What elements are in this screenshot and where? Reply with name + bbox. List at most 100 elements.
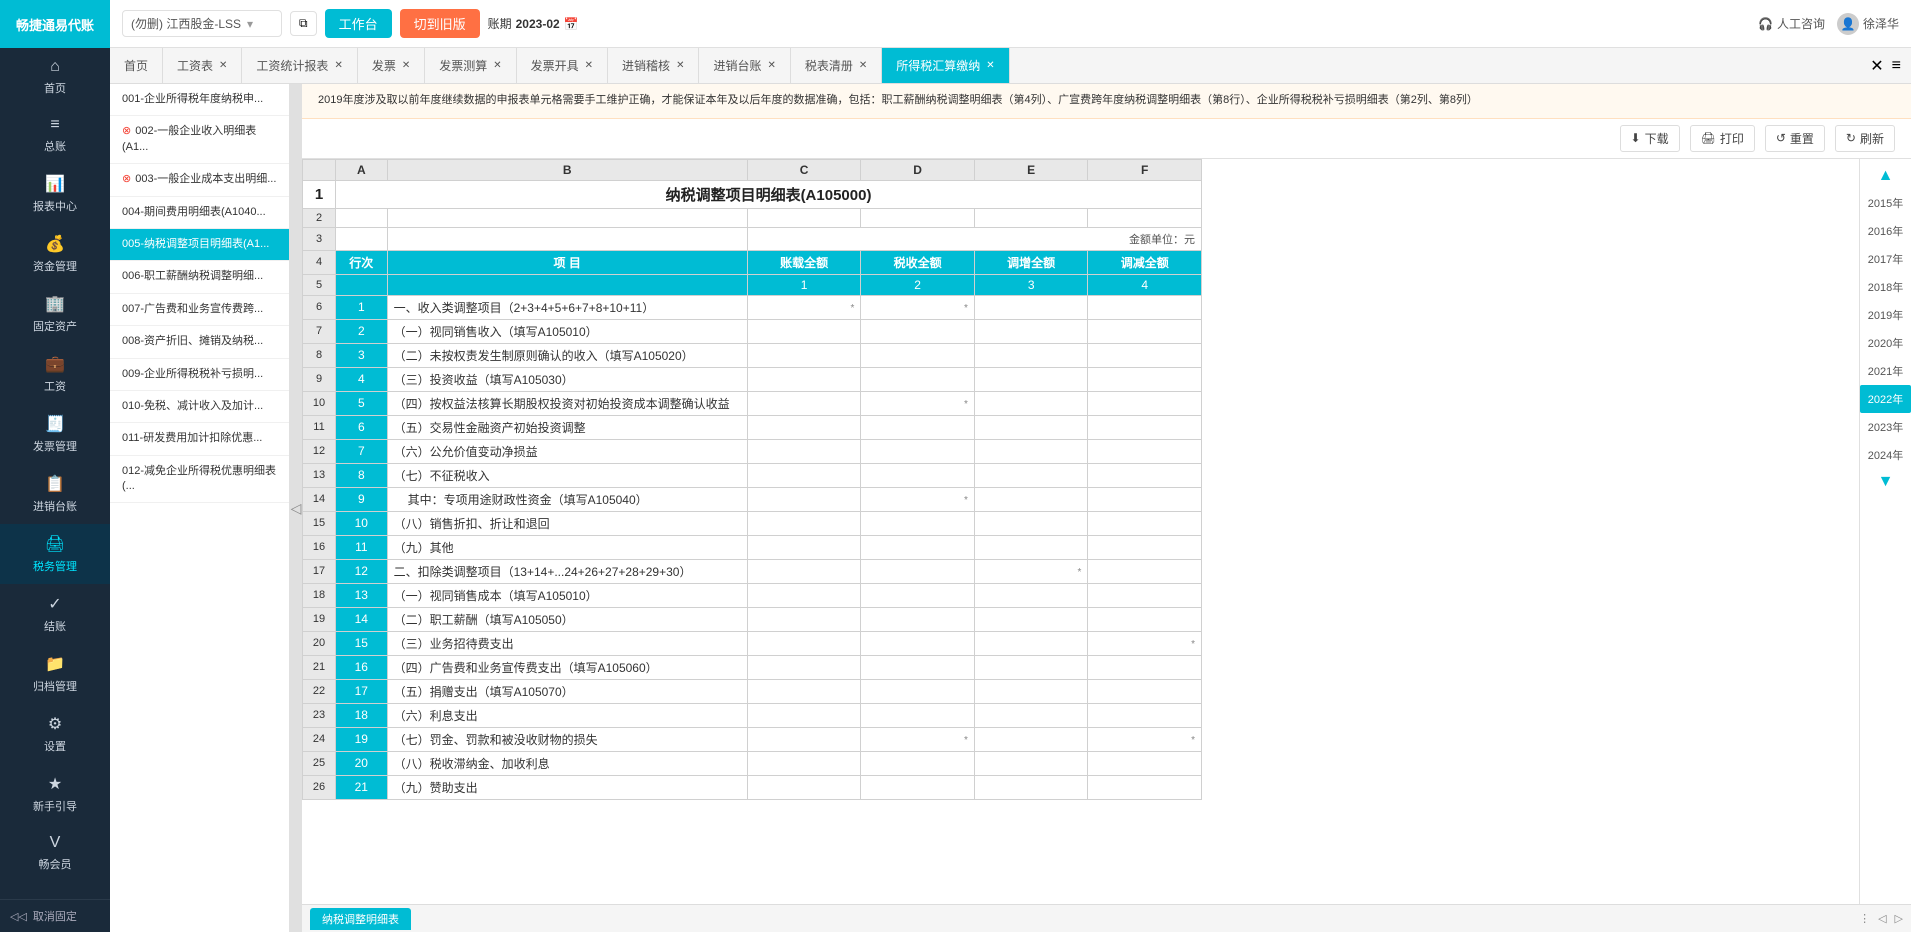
- sidebar-item-invoice[interactable]: 🧾 发票管理: [0, 404, 110, 464]
- table-title: 纳税调整项目明细表(A105000): [336, 180, 1202, 208]
- sidebar-label-home: 首页: [44, 80, 66, 96]
- col-C: C: [747, 159, 861, 180]
- unpin-button[interactable]: ◁◁ 取消固定: [0, 900, 110, 932]
- left-item-003[interactable]: ⊗003-一般企业成本支出明细...: [110, 164, 289, 196]
- year-down-button[interactable]: ▼: [1874, 469, 1898, 495]
- tab-payroll-stat-close[interactable]: ✕: [334, 60, 342, 71]
- tab-tax-clearance-close[interactable]: ✕: [859, 60, 867, 71]
- scroll-info: ⋮: [1859, 912, 1870, 925]
- collapse-handle[interactable]: ◁: [290, 84, 302, 932]
- year-2023[interactable]: 2023年: [1860, 413, 1911, 441]
- year-2021[interactable]: 2021年: [1860, 357, 1911, 385]
- sidebar-item-member[interactable]: V 畅会员: [0, 824, 110, 882]
- year-2020[interactable]: 2020年: [1860, 329, 1911, 357]
- tab-payroll[interactable]: 工资表 ✕: [163, 48, 242, 84]
- header-c3-top: 调增全额: [974, 250, 1088, 274]
- year-2017[interactable]: 2017年: [1860, 245, 1911, 273]
- tab-import-check[interactable]: 进销稽核 ✕: [608, 48, 699, 84]
- year-2019[interactable]: 2019年: [1860, 301, 1911, 329]
- recalc-button[interactable]: ↺ 重置: [1765, 125, 1825, 152]
- sheet-tab-naishui[interactable]: 纳税调整明细表: [310, 908, 411, 930]
- refresh-button[interactable]: ↻ 刷新: [1835, 125, 1895, 152]
- year-up-button[interactable]: ▲: [1874, 163, 1898, 189]
- bottom-bar-right: ⋮ ◁ ▷: [1859, 912, 1903, 925]
- left-item-007[interactable]: 007-广告费和业务宣传费跨...: [110, 294, 289, 326]
- tab-payroll-close[interactable]: ✕: [219, 60, 227, 71]
- header-row-4: 4 行次 项 目 账载全额 税收全额 调增全额 调减全额: [303, 250, 1202, 274]
- table-row: 10 5 （四）按权益法核算长期股权投资对初始投资成本调整确认收益 *: [303, 391, 1202, 415]
- tab-import-check-close[interactable]: ✕: [676, 60, 684, 71]
- tab-tax-clearance[interactable]: 税表清册 ✕: [791, 48, 882, 84]
- left-item-009[interactable]: 009-企业所得税税补亏损明...: [110, 359, 289, 391]
- left-item-005[interactable]: 005-纳税调整项目明细表(A1...: [110, 229, 289, 261]
- sidebar-item-tax[interactable]: 🖨 税务管理: [0, 524, 110, 584]
- workbench-button[interactable]: 工作台: [325, 9, 392, 38]
- sidebar-item-fixed-asset[interactable]: 🏢 固定资产: [0, 284, 110, 344]
- year-2015[interactable]: 2015年: [1860, 189, 1911, 217]
- switch-old-button[interactable]: 切到旧版: [400, 9, 480, 38]
- sidebar-item-settle[interactable]: ✓ 结账: [0, 584, 110, 644]
- tab-import-ledger-close[interactable]: ✕: [767, 60, 775, 71]
- sidebar-bottom: ◁◁ 取消固定: [0, 899, 110, 932]
- spreadsheet-scroll[interactable]: A B C D E F 1 纳税调: [302, 159, 1859, 904]
- left-item-001[interactable]: 001-企业所得税年度纳税申...: [110, 84, 289, 116]
- user-menu[interactable]: 👤 徐泽华: [1837, 13, 1899, 35]
- sidebar-item-guide[interactable]: ★ 新手引导: [0, 764, 110, 824]
- tab-invoice-calc[interactable]: 发票测算 ✕: [425, 48, 516, 84]
- left-item-004-label: 004-期间费用明细表(A1040...: [122, 206, 266, 218]
- copy-button[interactable]: ⧉: [290, 11, 317, 36]
- sidebar-item-home[interactable]: ⌂ 首页: [0, 48, 110, 106]
- table-row: 24 19 （七）罚金、罚款和被没收财物的损失 * *: [303, 727, 1202, 751]
- tab-invoice-open-close[interactable]: ✕: [585, 60, 593, 71]
- company-selector[interactable]: (勿删) 江西股金-LSS ▾: [122, 10, 282, 37]
- calendar-icon[interactable]: 📅: [564, 17, 579, 31]
- print-button[interactable]: 🖨 打印: [1690, 125, 1755, 152]
- table-row: 13 8 （七）不征税收入: [303, 463, 1202, 487]
- tab-import-ledger[interactable]: 进销台账 ✕: [699, 48, 790, 84]
- company-text: (勿删) 江西股金-LSS: [131, 15, 241, 32]
- download-button[interactable]: ⬇ 下载: [1620, 125, 1680, 152]
- left-item-011[interactable]: 011-研发费用加计扣除优惠...: [110, 423, 289, 455]
- scroll-right[interactable]: ▷: [1895, 912, 1903, 925]
- header-c2-top: 税收全额: [861, 250, 975, 274]
- tab-payroll-stat[interactable]: 工资统计报表 ✕: [242, 48, 357, 84]
- year-2024[interactable]: 2024年: [1860, 441, 1911, 469]
- menu-icon[interactable]: ≡: [1892, 57, 1901, 75]
- left-item-002[interactable]: ⊗002-一般企业收入明细表(A1...: [110, 116, 289, 164]
- sidebar-item-archive[interactable]: 📁 归档管理: [0, 644, 110, 704]
- col-D: D: [861, 159, 975, 180]
- row-5-num: 5: [303, 274, 336, 295]
- scroll-left[interactable]: ◁: [1878, 912, 1886, 925]
- left-item-008[interactable]: 008-资产折旧、摊销及纳税...: [110, 326, 289, 358]
- close-all-icon[interactable]: ✕: [1870, 56, 1883, 76]
- sidebar-item-payroll[interactable]: 💼 工资: [0, 344, 110, 404]
- tab-invoice-open[interactable]: 发票开具 ✕: [517, 48, 608, 84]
- left-item-004[interactable]: 004-期间费用明细表(A1040...: [110, 197, 289, 229]
- left-item-012[interactable]: 012-减免企业所得税优惠明细表(...: [110, 456, 289, 504]
- sidebar-item-settings[interactable]: ⚙ 设置: [0, 704, 110, 764]
- spreadsheet-area: A B C D E F 1 纳税调: [302, 159, 1911, 904]
- tab-income-tax[interactable]: 所得税汇算缴纳 ✕: [882, 48, 1009, 84]
- support-button[interactable]: 🎧 人工咨询: [1758, 15, 1825, 32]
- left-item-012-label: 012-减免企业所得税优惠明细表(...: [122, 465, 276, 492]
- left-item-006[interactable]: 006-职工薪酬纳税调整明细...: [110, 261, 289, 293]
- invoice-icon: 🧾: [45, 414, 65, 434]
- tab-home[interactable]: 首页: [110, 48, 163, 84]
- sidebar-item-report[interactable]: 📊 报表中心: [0, 164, 110, 224]
- tab-income-tax-close[interactable]: ✕: [986, 60, 994, 71]
- tab-invoice[interactable]: 发票 ✕: [358, 48, 425, 84]
- left-item-010[interactable]: 010-免税、减计收入及加计...: [110, 391, 289, 423]
- year-2018[interactable]: 2018年: [1860, 273, 1911, 301]
- tab-invoice-calc-close[interactable]: ✕: [493, 60, 501, 71]
- tab-invoice-close[interactable]: ✕: [402, 60, 410, 71]
- sidebar-item-import-ledger[interactable]: 📋 进销台账: [0, 464, 110, 524]
- year-2016[interactable]: 2016年: [1860, 217, 1911, 245]
- tax-icon: 🖨: [45, 534, 65, 554]
- table-row: 26 21 （九）赞助支出: [303, 775, 1202, 799]
- sidebar-item-asset-mgmt[interactable]: 💰 资金管理: [0, 224, 110, 284]
- sidebar-label-settings: 设置: [44, 738, 66, 754]
- sidebar-item-ledger[interactable]: ≡ 总账: [0, 106, 110, 164]
- error-icon-003: ⊗: [122, 173, 131, 185]
- year-2022[interactable]: 2022年: [1860, 385, 1911, 413]
- topbar-right: 🎧 人工咨询 👤 徐泽华: [1758, 13, 1899, 35]
